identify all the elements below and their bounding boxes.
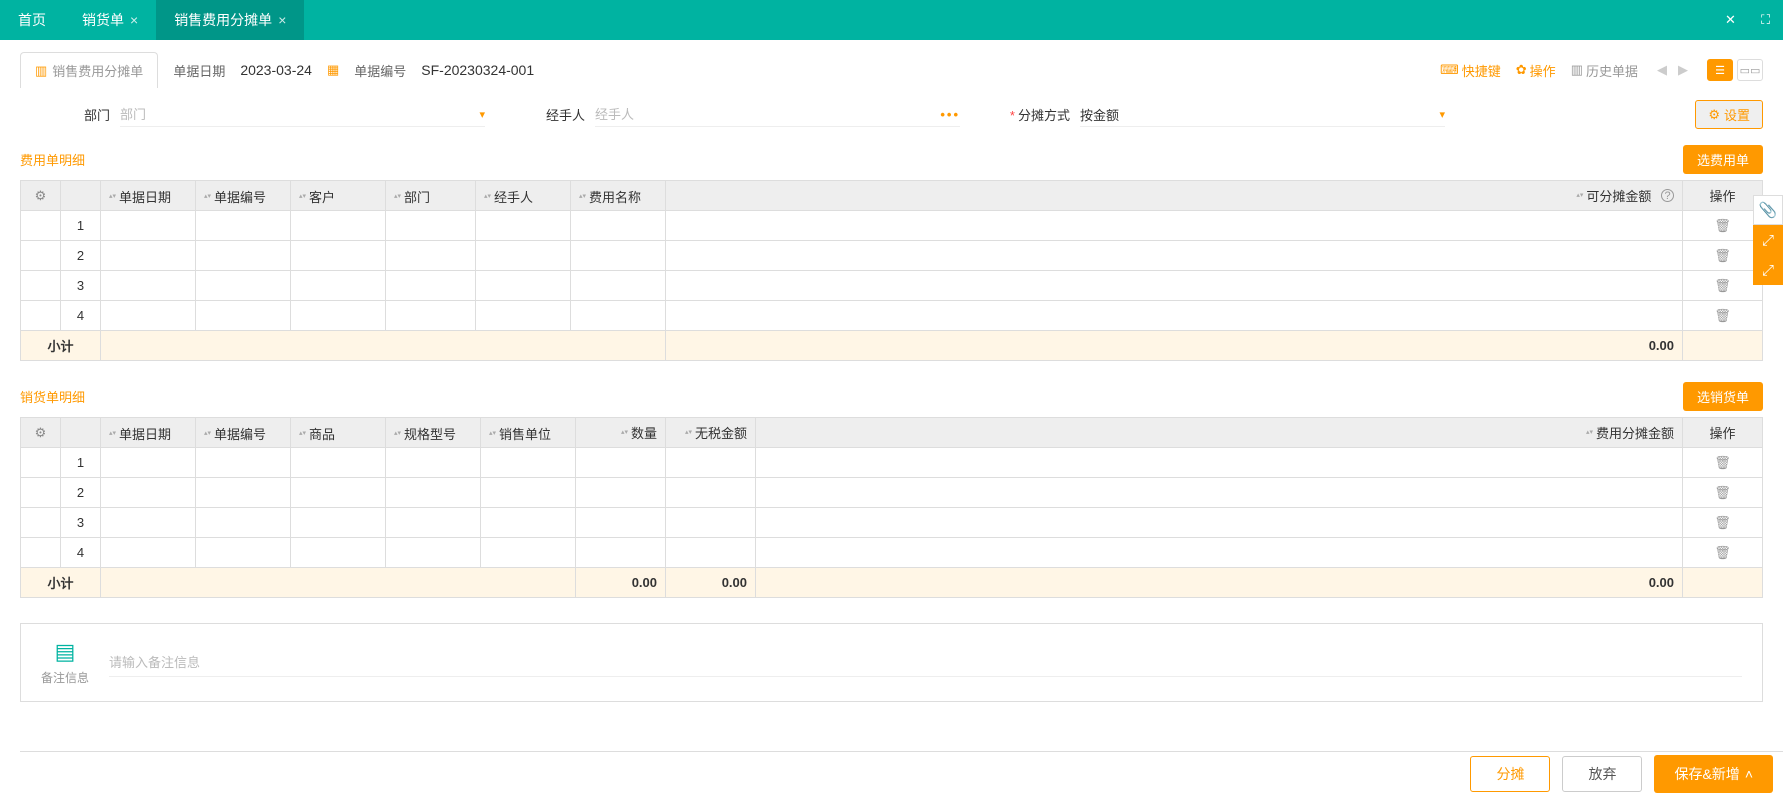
alloc-method-select[interactable] [1080,103,1435,126]
delete-icon[interactable]: 🗑 [1714,308,1731,323]
remarks-box: ▤ 备注信息 [20,623,1763,702]
delete-icon[interactable]: 🗑 [1714,218,1731,233]
delete-icon[interactable]: 🗑 [1714,515,1731,530]
sort-icon[interactable]: ▴▾ [299,194,306,199]
gear-icon: ✿ [1516,62,1527,78]
close-icon[interactable]: × [278,12,286,28]
remarks-label: 备注信息 [41,669,89,686]
next-icon[interactable]: ▶ [1674,62,1692,78]
history-link[interactable]: ▥历史单据 [1571,61,1638,80]
shortcut-link[interactable]: ⌨快捷键 [1440,61,1501,80]
sort-icon[interactable]: ▴▾ [204,431,211,436]
form-header: ▥ 销售费用分摊单 单据日期 2023-03-24 ▦ 单据编号 SF-2023… [20,50,1763,90]
dept-label: 部门 [20,105,110,124]
help-icon[interactable]: ? [1661,189,1674,202]
prev-icon[interactable]: ◀ [1653,62,1671,78]
close-icon[interactable]: × [130,12,138,28]
table-row[interactable]: 1🗑 [21,211,1763,241]
chevron-up-icon: ˄ [1745,766,1753,782]
gear-icon[interactable]: ⚙ [35,425,47,440]
gear-icon[interactable]: ⚙ [35,188,47,203]
sort-icon[interactable]: ▴▾ [1586,430,1593,435]
date-label: 单据日期 [173,61,225,80]
top-tab-bar: 首页 销货单 × 销售费用分摊单 × ✕ ⛶ [0,0,1783,40]
handler-label: 经手人 [515,105,585,124]
number-label: 单据编号 [354,61,406,80]
sort-icon[interactable]: ▴▾ [109,431,116,436]
gear-icon: ⚙ [1708,107,1720,123]
delete-icon[interactable]: 🗑 [1714,278,1731,293]
expand-icon[interactable]: ⛶ [1748,0,1783,40]
remarks-input[interactable] [109,649,1742,677]
close-all-icon[interactable]: ✕ [1713,0,1748,40]
calendar-icon[interactable]: ▦ [327,62,339,78]
document-icon: ▥ [35,63,47,79]
delete-icon[interactable]: 🗑 [1714,485,1731,500]
sort-icon[interactable]: ▴▾ [394,431,401,436]
sort-icon[interactable]: ▴▾ [484,194,491,199]
subtotal-row: 小计 0.00 [21,331,1763,361]
select-sales-button[interactable]: 选销货单 [1683,382,1763,411]
sort-icon[interactable]: ▴▾ [204,194,211,199]
floating-toolbar: 📎 ⤢ ⤢ [1753,195,1783,285]
number-value: SF-20230324-001 [421,62,534,78]
delete-icon[interactable]: 🗑 [1714,248,1731,263]
delete-icon[interactable]: 🗑 [1714,455,1731,470]
view-grid-button[interactable]: ▭▭ [1737,59,1763,81]
chevron-down-icon[interactable]: ▾ [479,108,485,121]
table-row[interactable]: 4🗑 [21,538,1763,568]
tab-expense-allocation[interactable]: 销售费用分摊单 × [156,0,304,40]
form-type-tab[interactable]: ▥ 销售费用分摊单 [20,52,158,88]
field-row: 部门 ▾ 经手人 ••• 分摊方式 ▾ ⚙设置 [20,90,1763,139]
dept-input[interactable] [120,103,475,126]
table-row[interactable]: 2🗑 [21,478,1763,508]
settings-button[interactable]: ⚙设置 [1695,100,1763,129]
sort-icon[interactable]: ▴▾ [1576,193,1583,198]
delete-icon[interactable]: 🗑 [1714,545,1731,560]
view-list-button[interactable]: ☰ [1707,59,1733,81]
attachment-icon[interactable]: 📎 [1753,195,1783,225]
history-icon: ▥ [1571,62,1583,78]
sort-icon[interactable]: ▴▾ [579,194,586,199]
sort-icon[interactable]: ▴▾ [109,194,116,199]
expand-icon[interactable]: ⤢ [1753,255,1783,285]
table-row[interactable]: 2🗑 [21,241,1763,271]
sort-icon[interactable]: ▴▾ [299,431,306,436]
discard-button[interactable]: 放弃 [1562,756,1642,792]
table-row[interactable]: 4🗑 [21,301,1763,331]
alloc-method-label: 分摊方式 [990,105,1070,124]
notes-icon: ▤ [55,639,76,665]
sort-icon[interactable]: ▴▾ [489,431,496,436]
expand-icon[interactable]: ⤢ [1753,225,1783,255]
more-icon[interactable]: ••• [940,107,960,122]
sales-detail-table: ⚙ ▴▾单据日期 ▴▾单据编号 ▴▾商品 ▴▾规格型号 ▴▾销售单位 ▴▾数量 … [20,417,1763,598]
select-expense-button[interactable]: 选费用单 [1683,145,1763,174]
chevron-down-icon[interactable]: ▾ [1439,108,1445,121]
table-row[interactable]: 1🗑 [21,448,1763,478]
sort-icon[interactable]: ▴▾ [685,430,692,435]
footer-bar: 分摊 放弃 保存&新增˄ [20,751,1783,795]
handler-input[interactable] [595,103,940,126]
tab-sales-order[interactable]: 销货单 × [64,0,156,40]
date-value[interactable]: 2023-03-24 [240,62,312,78]
operation-link[interactable]: ✿操作 [1516,61,1556,80]
sort-icon[interactable]: ▴▾ [394,194,401,199]
table-row[interactable]: 3🗑 [21,508,1763,538]
sort-icon[interactable]: ▴▾ [621,430,628,435]
save-new-button[interactable]: 保存&新增˄ [1654,755,1773,793]
subtotal-row: 小计 0.00 0.00 0.00 [21,568,1763,598]
table-row[interactable]: 3🗑 [21,271,1763,301]
expense-detail-table: ⚙ ▴▾单据日期 ▴▾单据编号 ▴▾客户 ▴▾部门 ▴▾经手人 ▴▾费用名称 ▴… [20,180,1763,361]
tab-home[interactable]: 首页 [0,0,64,40]
keyboard-icon: ⌨ [1440,62,1459,78]
sales-detail-title: 销货单明细 [20,387,85,406]
allocate-button[interactable]: 分摊 [1470,756,1550,792]
expense-detail-title: 费用单明细 [20,150,85,169]
